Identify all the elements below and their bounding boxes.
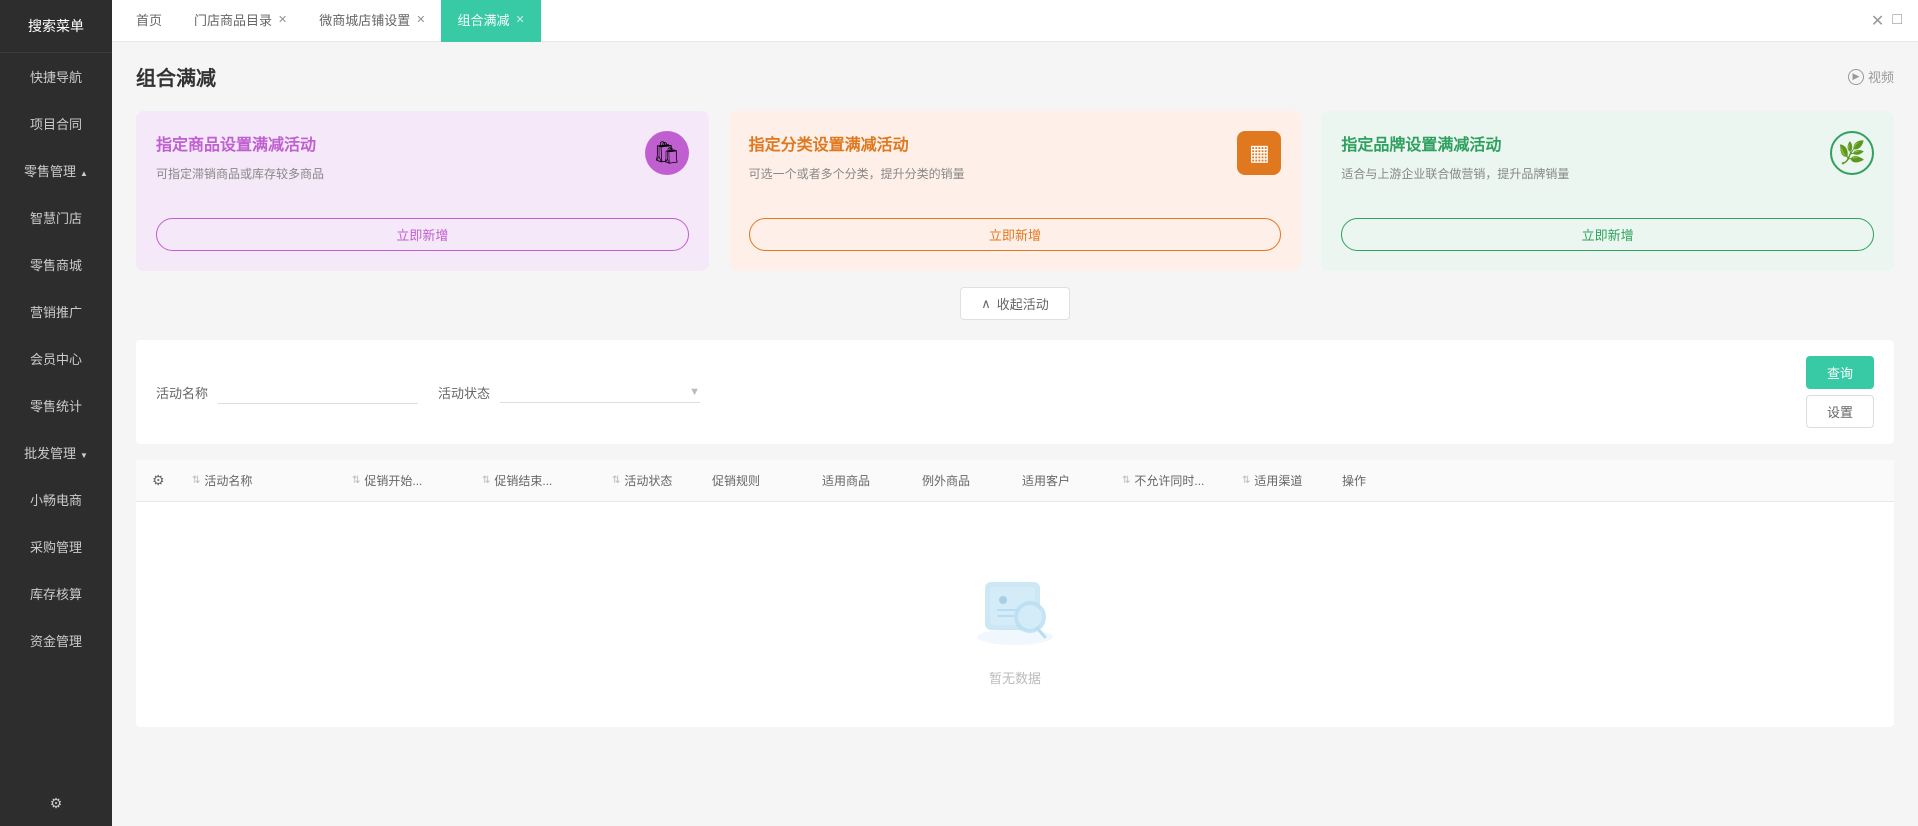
sidebar-item-wholesale[interactable]: 批发管理 — [0, 429, 112, 476]
activity-name-field: 活动名称 — [156, 380, 418, 404]
activity-table: ⚙ ⇅ 活动名称 ⇅ 促销开始... ⇅ 促销结束... ⇅ 活动状态 — [136, 460, 1894, 727]
sidebar-item-finance[interactable]: 资金管理 — [0, 617, 112, 664]
card-product-icon: 🛍 — [645, 131, 689, 175]
card-brand-desc: 适合与上游企业联合做营销，提升品牌销量 — [1341, 165, 1874, 208]
activity-name-input[interactable] — [218, 380, 418, 404]
close-window-button[interactable]: ✕ — [1871, 11, 1884, 31]
card-brand-icon: 🌿 — [1830, 131, 1874, 175]
sidebar-item-marketing[interactable]: 营销推广 — [0, 288, 112, 335]
sidebar-item-retail[interactable]: 零售管理 — [0, 147, 112, 194]
sort-notallow-icon[interactable]: ⇅ — [1122, 475, 1130, 486]
empty-illustration — [965, 562, 1065, 652]
sidebar-item-quicknav[interactable]: 快捷导航 — [0, 53, 112, 100]
card-category-desc: 可选一个或者多个分类，提升分类的销量 — [749, 165, 1282, 208]
close-tab-combo-discount[interactable]: ✕ — [516, 13, 525, 26]
page-header: 组合满减 ▶ 视频 — [136, 62, 1894, 91]
card-brand-title: 指定品牌设置满减活动 — [1341, 131, 1874, 155]
empty-text: 暂无数据 — [989, 668, 1041, 687]
search-menu[interactable]: 搜索菜单 — [0, 0, 112, 53]
chevron-up-icon: ∧ — [981, 296, 991, 312]
sidebar-item-retailstat[interactable]: 零售统计 — [0, 382, 112, 429]
page-title: 组合满减 — [136, 62, 216, 91]
sort-start-icon[interactable]: ⇅ — [352, 475, 360, 486]
activity-status-field: 活动状态 ▼ — [438, 382, 700, 403]
th-not-allow: ⇅ 不允许同时... — [1122, 472, 1242, 489]
card-category-icon: ▦ — [1237, 131, 1281, 175]
collapse-activity-button[interactable]: ∧ 收起活动 — [960, 287, 1070, 320]
sidebar-item-contract[interactable]: 项目合同 — [0, 100, 112, 147]
action-buttons: 查询 设置 — [1806, 356, 1874, 428]
chevron-down-icon: ▼ — [689, 386, 700, 398]
card-product: 指定商品设置满减活动 🛍 可指定滞销商品或库存较多商品 立即新增 — [136, 111, 709, 271]
th-applicable-customer: 适用客户 — [1022, 472, 1122, 489]
th-promo-start: ⇅ 促销开始... — [352, 472, 482, 489]
th-applicable-goods: 适用商品 — [822, 472, 922, 489]
tab-home[interactable]: 首页 — [120, 0, 178, 42]
card-category-title: 指定分类设置满减活动 — [749, 131, 1282, 155]
sidebar-item-member[interactable]: 会员中心 — [0, 335, 112, 382]
th-settings[interactable]: ⚙ — [152, 472, 192, 489]
activity-status-select[interactable]: ▼ — [500, 382, 700, 403]
settings-icon[interactable]: ⚙ — [0, 781, 112, 826]
th-promo-end: ⇅ 促销结束... — [482, 472, 612, 489]
close-tab-mini-store[interactable]: ✕ — [416, 13, 425, 26]
card-category: 指定分类设置满减活动 ▦ 可选一个或者多个分类，提升分类的销量 立即新增 — [729, 111, 1302, 271]
sidebar-item-inventory[interactable]: 库存核算 — [0, 570, 112, 617]
th-applicable-channel: ⇅ 适用渠道 — [1242, 472, 1342, 489]
setting-button[interactable]: 设置 — [1806, 395, 1874, 428]
sort-channel-icon[interactable]: ⇅ — [1242, 475, 1250, 486]
sidebar: 搜索菜单 快捷导航 项目合同 零售管理 智慧门店 零售商城 营销推广 会员中心 … — [0, 0, 112, 826]
th-action: 操作 — [1342, 472, 1878, 489]
tab-bar: 首页 门店商品目录 ✕ 微商城店铺设置 ✕ 组合满减 ✕ ✕ □ — [112, 0, 1918, 42]
card-product-title: 指定商品设置满减活动 — [156, 131, 689, 155]
tab-combo-discount[interactable]: 组合满减 ✕ — [441, 0, 540, 42]
card-product-desc: 可指定滞销商品或库存较多商品 — [156, 165, 689, 208]
card-brand: 指定品牌设置满减活动 🌿 适合与上游企业联合做营销，提升品牌销量 立即新增 — [1321, 111, 1894, 271]
sidebar-item-retailmall[interactable]: 零售商城 — [0, 241, 112, 288]
window-controls: ✕ □ — [1871, 11, 1910, 31]
close-tab-store-catalog[interactable]: ✕ — [278, 13, 287, 26]
card-brand-add-button[interactable]: 立即新增 — [1341, 218, 1874, 251]
content-area: 组合满减 ▶ 视频 指定商品设置满减活动 🛍 可指定滞销商品或库存较多商品 立即… — [112, 42, 1918, 826]
th-promo-rule: 促销规则 — [712, 472, 822, 489]
th-except-goods: 例外商品 — [922, 472, 1022, 489]
search-bar: 活动名称 活动状态 ▼ 查询 设置 — [136, 340, 1894, 444]
sidebar-item-smartstore[interactable]: 智慧门店 — [0, 194, 112, 241]
main-area: 首页 门店商品目录 ✕ 微商城店铺设置 ✕ 组合满减 ✕ ✕ □ 组合满减 ▶ … — [112, 0, 1918, 826]
sidebar-item-purchase[interactable]: 采购管理 — [0, 523, 112, 570]
tab-store-catalog[interactable]: 门店商品目录 ✕ — [178, 0, 303, 42]
th-activity-name: ⇅ 活动名称 — [192, 472, 352, 489]
sidebar-item-ecommerce[interactable]: 小畅电商 — [0, 476, 112, 523]
th-activity-status: ⇅ 活动状态 — [612, 472, 712, 489]
query-button[interactable]: 查询 — [1806, 356, 1874, 389]
activity-status-label: 活动状态 — [438, 383, 490, 402]
tab-mini-store[interactable]: 微商城店铺设置 ✕ — [303, 0, 441, 42]
activity-name-label: 活动名称 — [156, 383, 208, 402]
card-category-add-button[interactable]: 立即新增 — [749, 218, 1282, 251]
collapse-bar: ∧ 收起活动 — [136, 287, 1894, 320]
sort-status-icon[interactable]: ⇅ — [612, 475, 620, 486]
sort-end-icon[interactable]: ⇅ — [482, 475, 490, 486]
video-circle-icon: ▶ — [1848, 69, 1864, 85]
sort-name-icon[interactable]: ⇅ — [192, 475, 200, 486]
activity-cards: 指定商品设置满减活动 🛍 可指定滞销商品或库存较多商品 立即新增 指定分类设置满… — [136, 111, 1894, 271]
maximize-window-button[interactable]: □ — [1892, 11, 1902, 31]
video-link[interactable]: ▶ 视频 — [1848, 67, 1894, 86]
card-product-add-button[interactable]: 立即新增 — [156, 218, 689, 251]
settings-gear-icon: ⚙ — [152, 472, 165, 489]
empty-state: 暂无数据 — [136, 502, 1894, 727]
table-header: ⚙ ⇅ 活动名称 ⇅ 促销开始... ⇅ 促销结束... ⇅ 活动状态 — [136, 460, 1894, 502]
